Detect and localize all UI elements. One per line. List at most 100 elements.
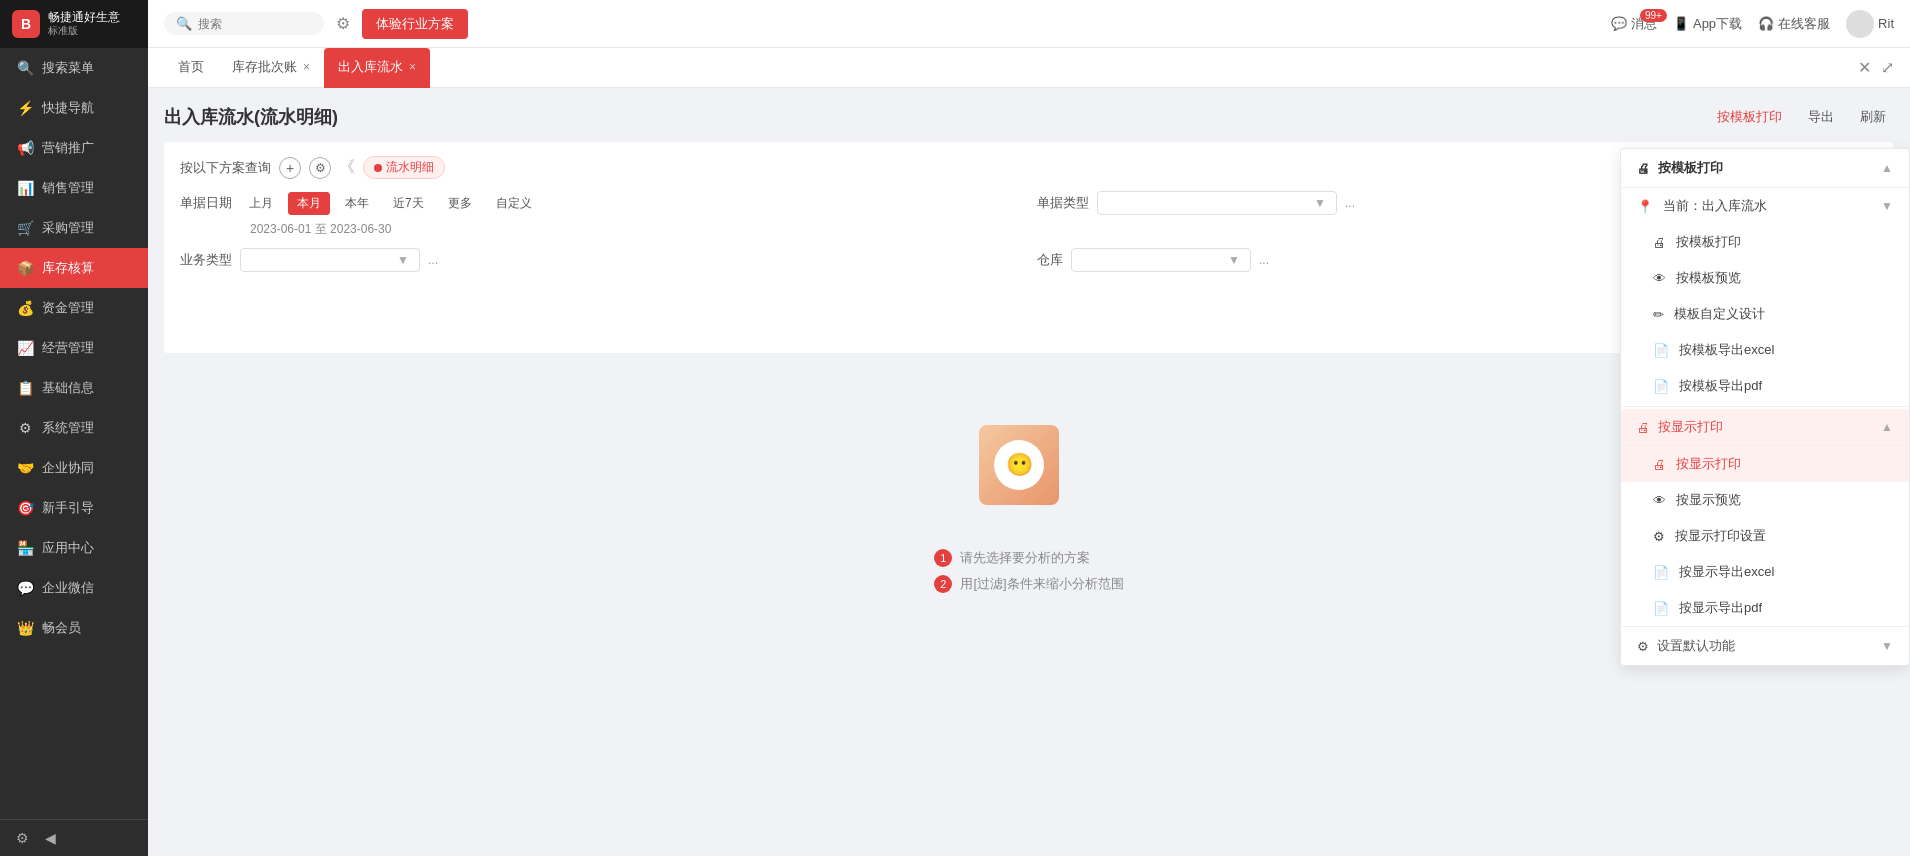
shortcut-custom[interactable]: 自定义 (487, 192, 541, 215)
biztype-select[interactable]: ▼ (240, 248, 420, 272)
sidebar-item-label-quicknav: 快捷导航 (42, 99, 94, 117)
dropdown-template-custom-icon: ✏ (1653, 307, 1664, 322)
sidebar-item-member[interactable]: 👑 畅会员 (0, 608, 148, 648)
doctype-select[interactable]: ▼ (1097, 191, 1337, 215)
dropdown-header-chevron[interactable]: ▲ (1881, 161, 1893, 175)
shortcut-this-year[interactable]: 本年 (336, 192, 378, 215)
dropdown-display-preview-icon: 👁 (1653, 493, 1666, 508)
app-logo-text: 畅捷通好生意 标准版 (48, 10, 120, 38)
window-maximize-icon[interactable]: ⤢ (1881, 58, 1894, 77)
dropdown-template-excel-icon: 📄 (1653, 343, 1669, 358)
filter-add-btn[interactable]: + (279, 157, 301, 179)
refresh-btn[interactable]: 刷新 (1852, 104, 1894, 130)
sidebar-item-operations[interactable]: 📈 经营管理 (0, 328, 148, 368)
doctype-chevron-icon: ▼ (1314, 196, 1326, 210)
dropdown-template-print-icon: 🖨 (1653, 235, 1666, 250)
tab-batch[interactable]: 库存批次账 × (218, 48, 324, 88)
filter-biztype-group: 业务类型 ▼ ... (180, 248, 1021, 272)
dropdown-display-print-icon: 🖨 (1653, 457, 1666, 472)
empty-hints: 1 请先选择要分析的方案 2 用[过滤]条件来缩小分析范围 (934, 545, 1123, 597)
dropdown-header: 🖨 按模板打印 ▲ (1621, 149, 1909, 188)
print-template-btn[interactable]: 按模板打印 (1709, 104, 1790, 130)
filter-settings-btn[interactable]: ⚙ (309, 157, 331, 179)
filter-collapse-icon[interactable]: 《 (339, 157, 355, 178)
user-avatar-btn[interactable]: Rit (1846, 10, 1894, 38)
sales-icon: 📊 (16, 180, 34, 196)
dropdown-footer-label: 设置默认功能 (1657, 637, 1735, 655)
sidebar-item-system[interactable]: ⚙ 系统管理 (0, 408, 148, 448)
dropdown-current-label: 当前：出入库流水 (1663, 197, 1767, 215)
sidebar-item-label-system: 系统管理 (42, 419, 94, 437)
dropdown-template-preview[interactable]: 👁 按模板预览 (1621, 260, 1909, 296)
export-btn[interactable]: 导出 (1800, 104, 1842, 130)
dropdown-display-settings[interactable]: ⚙ 按显示打印设置 (1621, 518, 1909, 554)
sidebar-item-sales[interactable]: 📊 销售管理 (0, 168, 148, 208)
dropdown-display-excel[interactable]: 📄 按显示导出excel (1621, 554, 1909, 590)
empty-face-icon: 😶 (994, 440, 1044, 490)
industry-btn[interactable]: 体验行业方案 (362, 9, 468, 39)
dropdown-display-print[interactable]: 🖨 按显示打印 (1621, 446, 1909, 482)
gear-icon[interactable]: ⚙ (336, 14, 350, 33)
tab-flow[interactable]: 出入库流水 × (324, 48, 430, 88)
purchase-icon: 🛒 (16, 220, 34, 236)
warehouse-more-btn[interactable]: ... (1259, 253, 1269, 267)
sidebar-item-label-basics: 基础信息 (42, 379, 94, 397)
tab-flow-close[interactable]: × (409, 60, 416, 74)
sidebar-item-search[interactable]: 🔍 搜索菜单 (0, 48, 148, 88)
dropdown-display-header[interactable]: 🖨 按显示打印 ▲ (1621, 409, 1909, 446)
header-search-box[interactable]: 🔍 (164, 12, 324, 35)
tab-flow-label: 出入库流水 (338, 58, 403, 76)
sidebar-item-quicknav[interactable]: ⚡ 快捷导航 (0, 88, 148, 128)
sidebar-item-inventory[interactable]: 📦 库存核算 (0, 248, 148, 288)
sidebar-item-marketing[interactable]: 📢 营销推广 (0, 128, 148, 168)
dropdown-template-custom[interactable]: ✏ 模板自定义设计 (1621, 296, 1909, 332)
biztype-chevron-icon: ▼ (397, 253, 409, 267)
sidebar-item-apps[interactable]: 🏪 应用中心 (0, 528, 148, 568)
tab-batch-close[interactable]: × (303, 60, 310, 74)
finance-icon: 💰 (16, 300, 34, 316)
wechat-icon: 💬 (16, 580, 34, 596)
dropdown-display-chevron[interactable]: ▲ (1881, 420, 1893, 434)
search-input[interactable] (198, 17, 298, 31)
dropdown-display-print-label: 按显示打印 (1676, 455, 1741, 473)
warehouse-select[interactable]: ▼ (1071, 248, 1251, 272)
sidebar-item-cooperation[interactable]: 🤝 企业协同 (0, 448, 148, 488)
window-close-icon[interactable]: ✕ (1858, 58, 1871, 77)
headset-icon: 🎧 (1758, 16, 1774, 31)
filter-tag: 流水明细 (363, 156, 445, 179)
dropdown-display-pdf[interactable]: 📄 按显示导出pdf (1621, 590, 1909, 626)
collapse-sidebar-icon[interactable]: ◀ (45, 830, 56, 846)
dropdown-footer[interactable]: ⚙ 设置默认功能 ▼ (1621, 626, 1909, 665)
app-download-btn[interactable]: 📱 App下载 (1673, 15, 1742, 33)
biztype-more-btn[interactable]: ... (428, 253, 438, 267)
shortcut-this-month[interactable]: 本月 (288, 192, 330, 215)
shortcut-more[interactable]: 更多 (439, 192, 481, 215)
empty-illustration: 😶 (979, 425, 1079, 525)
search-icon: 🔍 (176, 16, 192, 31)
dropdown-template-pdf[interactable]: 📄 按模板导出pdf (1621, 368, 1909, 404)
sidebar-item-wechat[interactable]: 💬 企业微信 (0, 568, 148, 608)
sidebar-item-newbie[interactable]: 🎯 新手引导 (0, 488, 148, 528)
shortcut-7-days[interactable]: 近7天 (384, 192, 433, 215)
online-service-btn[interactable]: 🎧 在线客服 (1758, 15, 1830, 33)
dropdown-template-excel[interactable]: 📄 按模板导出excel (1621, 332, 1909, 368)
filter-date-group: 单据日期 上月 本月 本年 近7天 更多 自定义 (180, 191, 1021, 215)
dropdown-display-preview[interactable]: 👁 按显示预览 (1621, 482, 1909, 518)
tab-home[interactable]: 首页 (164, 48, 218, 88)
messages-btn[interactable]: 💬 消息 99+ (1611, 15, 1657, 33)
sidebar-item-basics[interactable]: 📋 基础信息 (0, 368, 148, 408)
newbie-icon: 🎯 (16, 500, 34, 516)
sidebar-item-purchase[interactable]: 🛒 采购管理 (0, 208, 148, 248)
settings-icon[interactable]: ⚙ (16, 830, 29, 846)
dropdown-footer-chevron: ▼ (1881, 639, 1893, 653)
tab-batch-label: 库存批次账 (232, 58, 297, 76)
dropdown-template-print[interactable]: 🖨 按模板打印 (1621, 224, 1909, 260)
shortcut-last-month[interactable]: 上月 (240, 192, 282, 215)
dropdown-current-item[interactable]: 📍 当前：出入库流水 ▼ (1621, 188, 1909, 224)
doctype-more-btn[interactable]: ... (1345, 196, 1355, 210)
empty-hint-1: 1 请先选择要分析的方案 (934, 545, 1123, 571)
dropdown-template-excel-label: 按模板导出excel (1679, 341, 1774, 359)
dropdown-display-header-icon: 🖨 (1637, 420, 1650, 435)
sidebar-item-finance[interactable]: 💰 资金管理 (0, 288, 148, 328)
search-icon: 🔍 (16, 60, 34, 76)
